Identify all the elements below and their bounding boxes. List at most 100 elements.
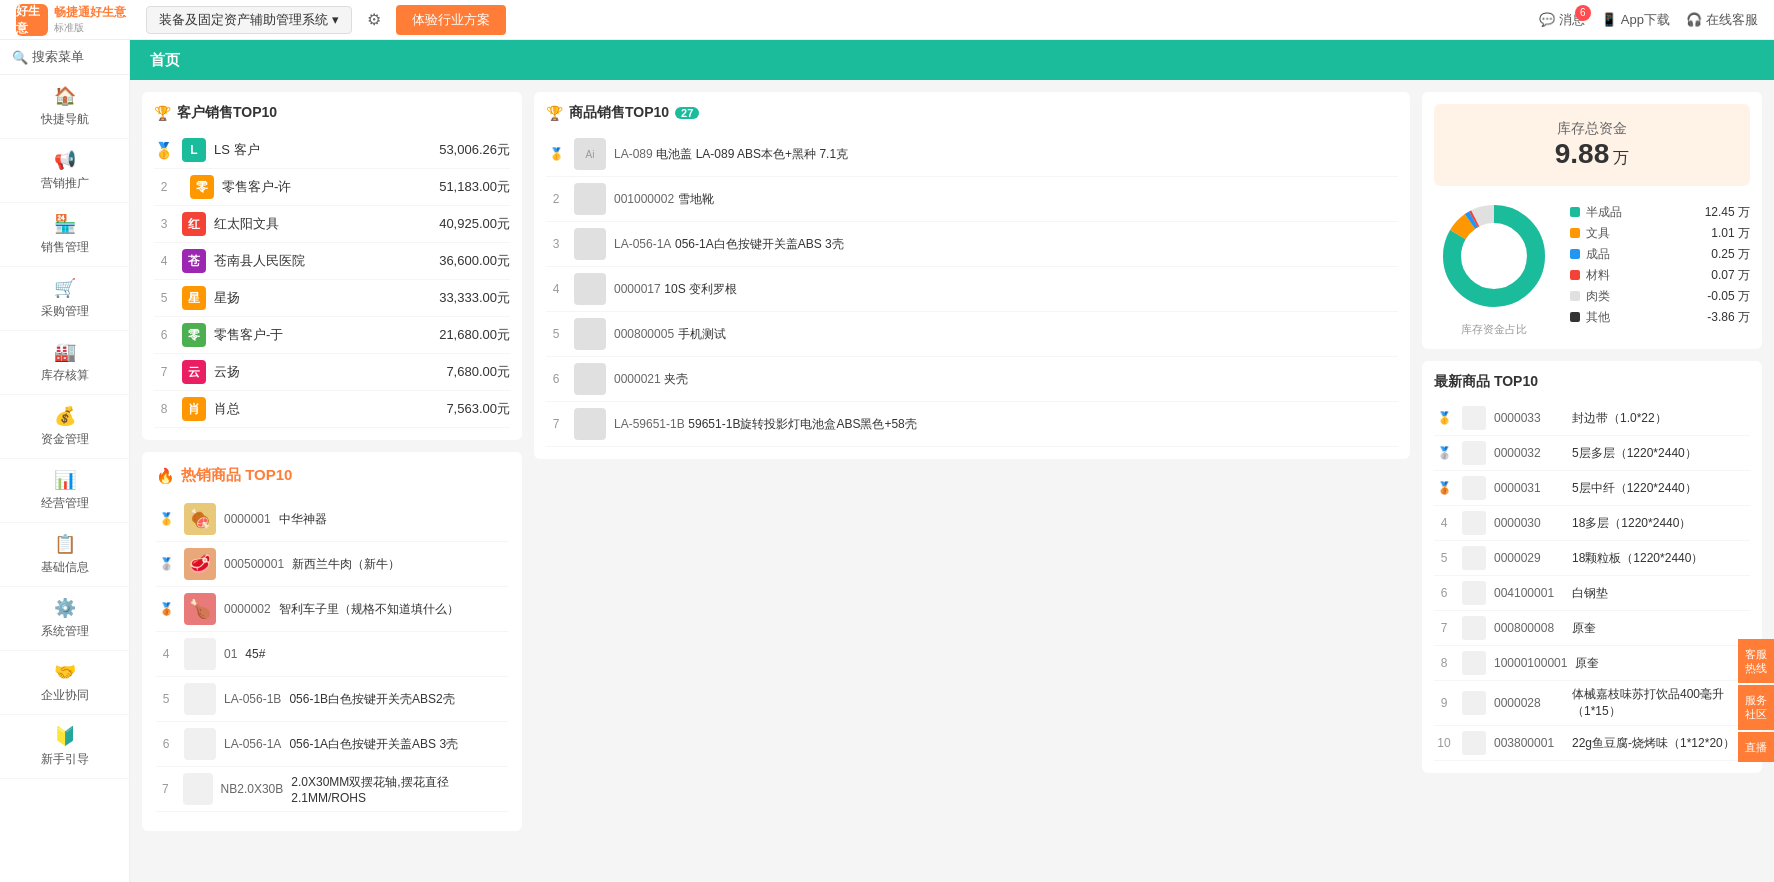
new-product-10[interactable]: 10 003800001 22g鱼豆腐-烧烤味（1*12*20）	[1434, 726, 1750, 761]
app-download-button[interactable]: 📱 App下载	[1601, 11, 1670, 29]
sales-product-4[interactable]: 4 0000017 10S 变利罗根	[546, 267, 1398, 312]
rank-item-6[interactable]: 6 零 零售客户-于 21,680.00元	[154, 317, 510, 354]
legend-item-5: 其他 -3.86 万	[1570, 309, 1750, 326]
inventory-icon: 🏭	[54, 341, 76, 363]
system-name: 装备及固定资产辅助管理系统	[159, 11, 328, 29]
new-product-7[interactable]: 7 000800008 原奎	[1434, 611, 1750, 646]
customer-name-2: 零售客户-许	[222, 178, 431, 196]
product-code-7: NB2.0X30B	[221, 782, 284, 796]
rank-item-4[interactable]: 4 苍 苍南县人民医院 36,600.00元	[154, 243, 510, 280]
hot-product-7[interactable]: 7 NB2.0X30B 2.0X30MM双摆花轴,摆花直径2.1MM/ROHS	[156, 767, 508, 812]
page-header: 首页	[130, 40, 1774, 80]
product-sales-card: 🏆 商品销售TOP10 27 🥇 Ai LA-089 电池盖 LA-089 AB…	[534, 92, 1410, 459]
new-product-1[interactable]: 🥇 0000033 封边带（1.0*22）	[1434, 401, 1750, 436]
hot-product-1[interactable]: 🥇 🍖 0000001 中华神器	[156, 497, 508, 542]
hot-product-8[interactable]: 8 0000011 12070519-xs	[156, 812, 508, 817]
sidebar-item-corp[interactable]: 🤝 企业协同	[0, 651, 129, 715]
message-button[interactable]: 💬 消息 6	[1539, 11, 1585, 29]
rank-item-8[interactable]: 8 肖 肖总 7,563.00元	[154, 391, 510, 428]
float-btn-live[interactable]: 直播	[1738, 732, 1774, 762]
search-menu[interactable]: 🔍 搜索菜单	[0, 40, 129, 75]
search-label: 搜索菜单	[32, 48, 84, 66]
avatar-7: 云	[182, 360, 206, 384]
inventory-value: 9.88	[1555, 138, 1610, 170]
customer-amount-1: 53,006.26元	[439, 141, 510, 159]
fire-icon: 🔥	[156, 467, 175, 485]
legend-item-4: 肉类 -0.05 万	[1570, 288, 1750, 305]
new-product-3[interactable]: 🥉 0000031 5层中纤（1220*2440）	[1434, 471, 1750, 506]
customer-name-7: 云扬	[214, 363, 438, 381]
rank-item-3[interactable]: 3 红 红太阳文具 40,925.00元	[154, 206, 510, 243]
sales-product-5[interactable]: 5 000800005 手机测试	[546, 312, 1398, 357]
float-btn-community[interactable]: 服务社区	[1738, 685, 1774, 730]
sales-name-7: 59651-1B旋转投影灯电池盒ABS黑色+58壳	[688, 417, 916, 431]
product-sales-list[interactable]: 🥇 Ai LA-089 电池盖 LA-089 ABS本色+黑种 7.1克 2 0…	[546, 132, 1398, 447]
product-img-6	[184, 728, 216, 760]
online-service-button[interactable]: 🎧 在线客服	[1686, 11, 1758, 29]
sidebar-item-guide[interactable]: 🔰 新手引导	[0, 715, 129, 779]
sidebar-item-system[interactable]: ⚙️ 系统管理	[0, 587, 129, 651]
new-products-list: 🥇 0000033 封边带（1.0*22） 🥈 0000032 5层多层（122…	[1434, 401, 1750, 761]
purchase-icon: 🛒	[54, 277, 76, 299]
sales-code-3: LA-056-1A	[614, 237, 671, 251]
legend-item-0: 半成品 12.45 万	[1570, 204, 1750, 221]
new-product-9[interactable]: 9 0000028 体械嘉枝味苏打饮品400毫升（1*15）	[1434, 681, 1750, 726]
product-name-6: 056-1A白色按键开关盖ABS 3壳	[289, 736, 458, 753]
customer-amount-7: 7,680.00元	[446, 363, 510, 381]
float-btn-service[interactable]: 客服热线	[1738, 639, 1774, 684]
sales-product-2[interactable]: 2 001000002 雪地靴	[546, 177, 1398, 222]
hot-product-5[interactable]: 5 LA-056-1B 056-1B白色按键开关壳ABS2壳	[156, 677, 508, 722]
new-product-2[interactable]: 🥈 0000032 5层多层（1220*2440）	[1434, 436, 1750, 471]
avatar-2: 零	[190, 175, 214, 199]
new-product-4[interactable]: 4 0000030 18多层（1220*2440）	[1434, 506, 1750, 541]
rank-item-2[interactable]: 2 零 零售客户-许 51,183.00元	[154, 169, 510, 206]
avatar-8: 肖	[182, 397, 206, 421]
topbar-center: 装备及固定资产辅助管理系统 ▾ ⚙ 体验行业方案	[146, 5, 1539, 35]
hot-product-3[interactable]: 🥉 🍗 0000002 智利车子里（规格不知道填什么）	[156, 587, 508, 632]
sidebar-label: 经营管理	[41, 495, 89, 512]
trial-button[interactable]: 体验行业方案	[396, 5, 506, 35]
sidebar-item-marketing[interactable]: 📢 营销推广	[0, 139, 129, 203]
system-selector[interactable]: 装备及固定资产辅助管理系统 ▾	[146, 6, 352, 34]
customer-ranking-card: 🏆 客户销售TOP10 🥇 L LS 客户 53,006.26元 2 零 零	[142, 92, 522, 440]
sales-product-6[interactable]: 6 0000021 夹壳	[546, 357, 1398, 402]
right-column: 库存总资金 9.88 万	[1422, 92, 1762, 831]
hot-product-4[interactable]: 4 01 45#	[156, 632, 508, 677]
logo-text: 畅捷通好生意 标准版	[54, 4, 126, 35]
new-product-8[interactable]: 8 10000100001 原奎	[1434, 646, 1750, 681]
rank-item-7[interactable]: 7 云 云扬 7,680.00元	[154, 354, 510, 391]
app-download-label: App下载	[1621, 11, 1670, 29]
sales-product-1[interactable]: 🥇 Ai LA-089 电池盖 LA-089 ABS本色+黑种 7.1克	[546, 132, 1398, 177]
customer-name-8: 肖总	[214, 400, 438, 418]
sales-product-3[interactable]: 3 LA-056-1A 056-1A白色按键开关盖ABS 3壳	[546, 222, 1398, 267]
sidebar-item-basic[interactable]: 📋 基础信息	[0, 523, 129, 587]
sidebar-item-purchase[interactable]: 🛒 采购管理	[0, 267, 129, 331]
rank-item-1[interactable]: 🥇 L LS 客户 53,006.26元	[154, 132, 510, 169]
sales-product-7[interactable]: 7 LA-59651-1B 59651-1B旋转投影灯电池盒ABS黑色+58壳	[546, 402, 1398, 447]
chart-legend: 半成品 12.45 万 文具 1.01 万 成品 0.25 万	[1570, 204, 1750, 330]
logo-sub-text: 标准版	[54, 21, 126, 35]
hot-products-list[interactable]: 🥇 🍖 0000001 中华神器 🥈 🥩 000500001 新西	[156, 497, 508, 817]
rank-item-5[interactable]: 5 星 星扬 33,333.00元	[154, 280, 510, 317]
sidebar-item-sales[interactable]: 🏪 销售管理	[0, 203, 129, 267]
sales-code-5: 000800005	[614, 327, 674, 341]
gear-icon[interactable]: ⚙	[360, 6, 388, 34]
system-icon: ⚙️	[54, 597, 76, 619]
service-icon: 🎧	[1686, 12, 1702, 27]
sidebar-item-quick-nav[interactable]: 🏠 快捷导航	[0, 75, 129, 139]
sales-img-2	[574, 183, 606, 215]
product-name-3: 智利车子里（规格不知道填什么）	[279, 601, 459, 618]
hot-product-2[interactable]: 🥈 🥩 000500001 新西兰牛肉（新牛）	[156, 542, 508, 587]
sidebar-label: 销售管理	[41, 239, 89, 256]
new-product-5[interactable]: 5 0000029 18颗粒板（1220*2440）	[1434, 541, 1750, 576]
product-name-1: 中华神器	[279, 511, 327, 528]
hot-product-6[interactable]: 6 LA-056-1A 056-1A白色按键开关盖ABS 3壳	[156, 722, 508, 767]
new-product-6[interactable]: 6 004100001 白钢垫	[1434, 576, 1750, 611]
legend-dot-5	[1570, 312, 1580, 322]
sidebar-item-finance[interactable]: 💰 资金管理	[0, 395, 129, 459]
topbar-right: 💬 消息 6 📱 App下载 🎧 在线客服	[1539, 11, 1758, 29]
product-img-7	[183, 773, 213, 805]
sidebar-item-inventory[interactable]: 🏭 库存核算	[0, 331, 129, 395]
online-service-label: 在线客服	[1706, 11, 1758, 29]
sidebar-item-operation[interactable]: 📊 经营管理	[0, 459, 129, 523]
